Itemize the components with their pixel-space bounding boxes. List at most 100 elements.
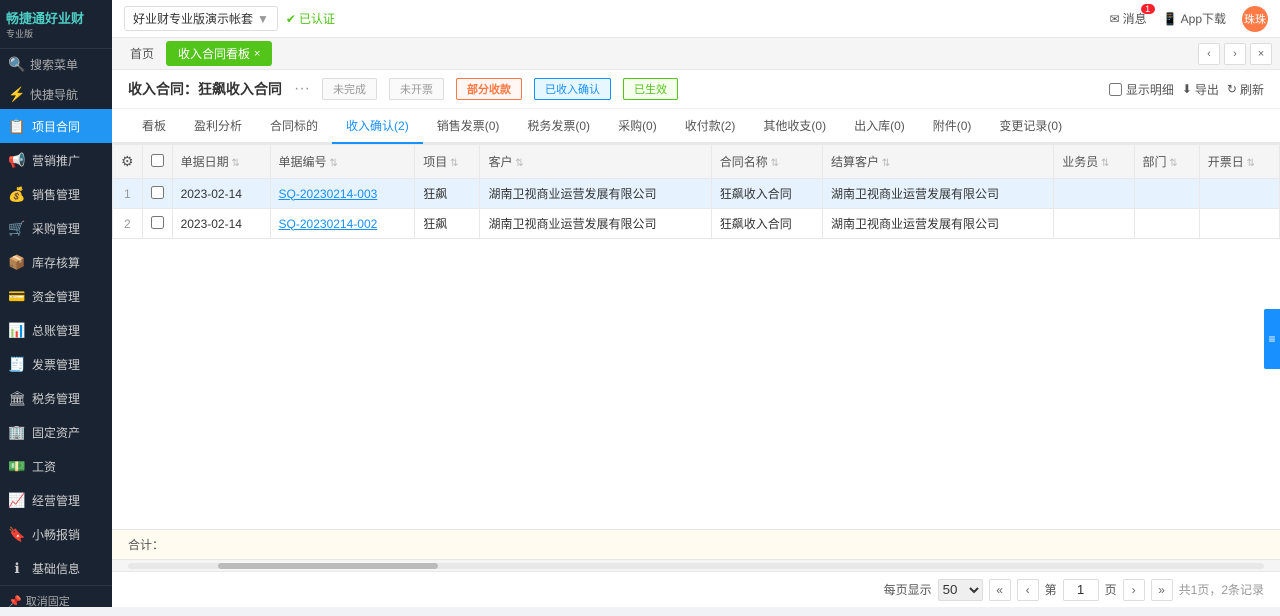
total-pages-info: 共1页，2条记录: [1179, 581, 1264, 598]
sidebar-item-inventory[interactable]: 📦 库存核算: [0, 245, 112, 279]
tab-warehouse[interactable]: 出入库(0): [840, 109, 919, 144]
tabbar: 首页 收入合同看板 × ‹ › ×: [112, 38, 1280, 70]
col-header-contract[interactable]: 合同名称: [711, 145, 822, 179]
sidebar-item-invoice[interactable]: 🧾 发票管理: [0, 347, 112, 381]
sidebar-item-ledger[interactable]: 📊 总账管理: [0, 313, 112, 347]
basic-icon: ℹ: [8, 559, 26, 577]
sidebar-item-sales[interactable]: 💰 销售管理: [0, 177, 112, 211]
pagination: 每页显示 50 20 100 « ‹ 第 页 › » 共1页，2条记录: [112, 571, 1280, 607]
topbar: 好业财专业版演示帐套 ▼ ✔ 已认证 ✉ 1 消息 📱 App下载 珠珠: [112, 0, 1280, 38]
status-partcollect[interactable]: 部分收款: [456, 78, 522, 100]
home-tab-label: 首页: [130, 47, 154, 61]
tab-close-all-button[interactable]: ×: [1250, 43, 1272, 65]
status-noinvoice[interactable]: 未开票: [389, 78, 444, 100]
sidebar-item-marketing[interactable]: 📢 营销推广: [0, 143, 112, 177]
tab-kanban[interactable]: 看板: [128, 109, 180, 144]
col-header-dept[interactable]: 部门: [1134, 145, 1199, 179]
purchase-icon: 🛒: [8, 219, 26, 237]
status-confirmed[interactable]: 已收入确认: [534, 78, 611, 100]
col-header-salesman[interactable]: 业务员: [1054, 145, 1134, 179]
row-dept-1: [1134, 179, 1199, 209]
horizontal-scrollbar[interactable]: [112, 559, 1280, 571]
tab-revenue-confirm[interactable]: 收入确认(2): [332, 109, 423, 144]
tab-profit[interactable]: 盈利分析: [180, 109, 256, 144]
contract-more-button[interactable]: ···: [294, 80, 310, 98]
next-page-button[interactable]: ›: [1123, 579, 1145, 601]
sidebar-item-basic[interactable]: ℹ 基础信息: [0, 551, 112, 585]
page-number-input[interactable]: [1063, 579, 1099, 601]
sidebar-item-project[interactable]: 📋 项目合同: [0, 109, 112, 143]
message-button[interactable]: ✉ 1 消息: [1110, 10, 1147, 27]
sidebar-item-purchase[interactable]: 🛒 采购管理: [0, 211, 112, 245]
user-name-label: 珠珠: [1244, 11, 1266, 27]
col-header-billno[interactable]: 单据编号: [270, 145, 415, 179]
per-page-select[interactable]: 50 20 100: [938, 579, 983, 601]
sidebar-item-invoice-label: 发票管理: [32, 356, 80, 373]
search-icon: 🔍: [8, 55, 26, 73]
expense-icon: 🔖: [8, 525, 26, 543]
sales-icon: 💰: [8, 185, 26, 203]
sidebar-search[interactable]: 🔍 搜索菜单: [0, 49, 112, 79]
col-header-date[interactable]: 单据日期: [172, 145, 270, 179]
main-content: 好业财专业版演示帐套 ▼ ✔ 已认证 ✉ 1 消息 📱 App下载 珠珠: [112, 0, 1280, 607]
per-page-label: 每页显示: [884, 581, 932, 598]
last-page-button[interactable]: »: [1151, 579, 1173, 601]
tab-payment[interactable]: 收付款(2): [671, 109, 750, 144]
column-settings-button[interactable]: ⚙: [121, 153, 134, 170]
row-billno-2[interactable]: SQ-20230214-002: [270, 209, 415, 239]
scrollbar-thumb[interactable]: [218, 563, 438, 569]
row-salesman-2: [1054, 209, 1134, 239]
tab-attachment[interactable]: 附件(0): [919, 109, 986, 144]
tab-tax-invoice[interactable]: 税务发票(0): [513, 109, 604, 144]
sidebar-item-assets[interactable]: 🏢 固定资产: [0, 415, 112, 449]
tab-subject[interactable]: 合同标的: [256, 109, 332, 144]
col-header-settlement[interactable]: 结算客户: [823, 145, 1054, 179]
show-detail-label: 显示明细: [1126, 81, 1174, 98]
col-header-invoice-date[interactable]: 开票日: [1199, 145, 1279, 179]
status-effective[interactable]: 已生效: [623, 78, 678, 100]
status-incomplete[interactable]: 未完成: [322, 78, 377, 100]
prev-page-button[interactable]: ‹: [1017, 579, 1039, 601]
col-header-project[interactable]: 项目: [415, 145, 480, 179]
sidebar-item-funds[interactable]: 💳 资金管理: [0, 279, 112, 313]
header-right-actions: 显示明细 ⬇ 导出 ↻ 刷新: [1109, 81, 1264, 98]
first-page-button[interactable]: «: [989, 579, 1011, 601]
project-icon: 📋: [8, 117, 26, 135]
sidebar-item-tax[interactable]: 🏛 税务管理: [0, 381, 112, 415]
home-tab[interactable]: 首页: [120, 41, 164, 66]
tab-change-log[interactable]: 变更记录(0): [985, 109, 1076, 144]
col-header-customer[interactable]: 客户: [480, 145, 711, 179]
sidebar-quicknav[interactable]: ⚡ 快捷导航: [0, 79, 112, 109]
app-download-button[interactable]: 📱 App下载: [1163, 10, 1226, 27]
active-tab[interactable]: 收入合同看板 ×: [166, 41, 272, 66]
tab-purchase[interactable]: 采购(0): [604, 109, 671, 144]
row-checkbox-1[interactable]: [142, 179, 172, 209]
show-detail-checkbox-area[interactable]: 显示明细: [1109, 81, 1174, 98]
message-badge: 1: [1141, 4, 1155, 14]
select-all-checkbox[interactable]: [151, 154, 164, 167]
row-contract-2: 狂飙收入合同: [711, 209, 822, 239]
row-billno-1[interactable]: SQ-20230214-003: [270, 179, 415, 209]
sidebar-pin-toggle[interactable]: 📌 取消固定: [0, 586, 112, 616]
company-selector[interactable]: 好业财专业版演示帐套 ▼: [124, 6, 278, 31]
sidebar-item-mgmt[interactable]: 📈 经营管理: [0, 483, 112, 517]
right-float-panel-button[interactable]: ≡: [1264, 309, 1280, 369]
total-label: 合计：: [128, 536, 164, 553]
scrollbar-track: [128, 563, 1264, 569]
funds-icon: 💳: [8, 287, 26, 305]
sidebar-quicknav-label: 快捷导航: [30, 86, 78, 103]
tab-close-button[interactable]: ×: [254, 48, 260, 60]
user-avatar-button[interactable]: 珠珠: [1242, 6, 1268, 32]
export-button[interactable]: ⬇ 导出: [1182, 81, 1219, 98]
tab-other-income[interactable]: 其他收支(0): [749, 109, 840, 144]
logo-sub: 专业版: [6, 27, 106, 40]
sidebar-item-salary[interactable]: 💵 工资: [0, 449, 112, 483]
sidebar-item-expense[interactable]: 🔖 小畅报销: [0, 517, 112, 551]
tab-prev-button[interactable]: ‹: [1198, 43, 1220, 65]
refresh-button[interactable]: ↻ 刷新: [1227, 81, 1264, 98]
row-checkbox-2[interactable]: [142, 209, 172, 239]
tab-sales-invoice[interactable]: 销售发票(0): [423, 109, 514, 144]
inventory-icon: 📦: [8, 253, 26, 271]
tab-next-button[interactable]: ›: [1224, 43, 1246, 65]
show-detail-checkbox[interactable]: [1109, 83, 1122, 96]
